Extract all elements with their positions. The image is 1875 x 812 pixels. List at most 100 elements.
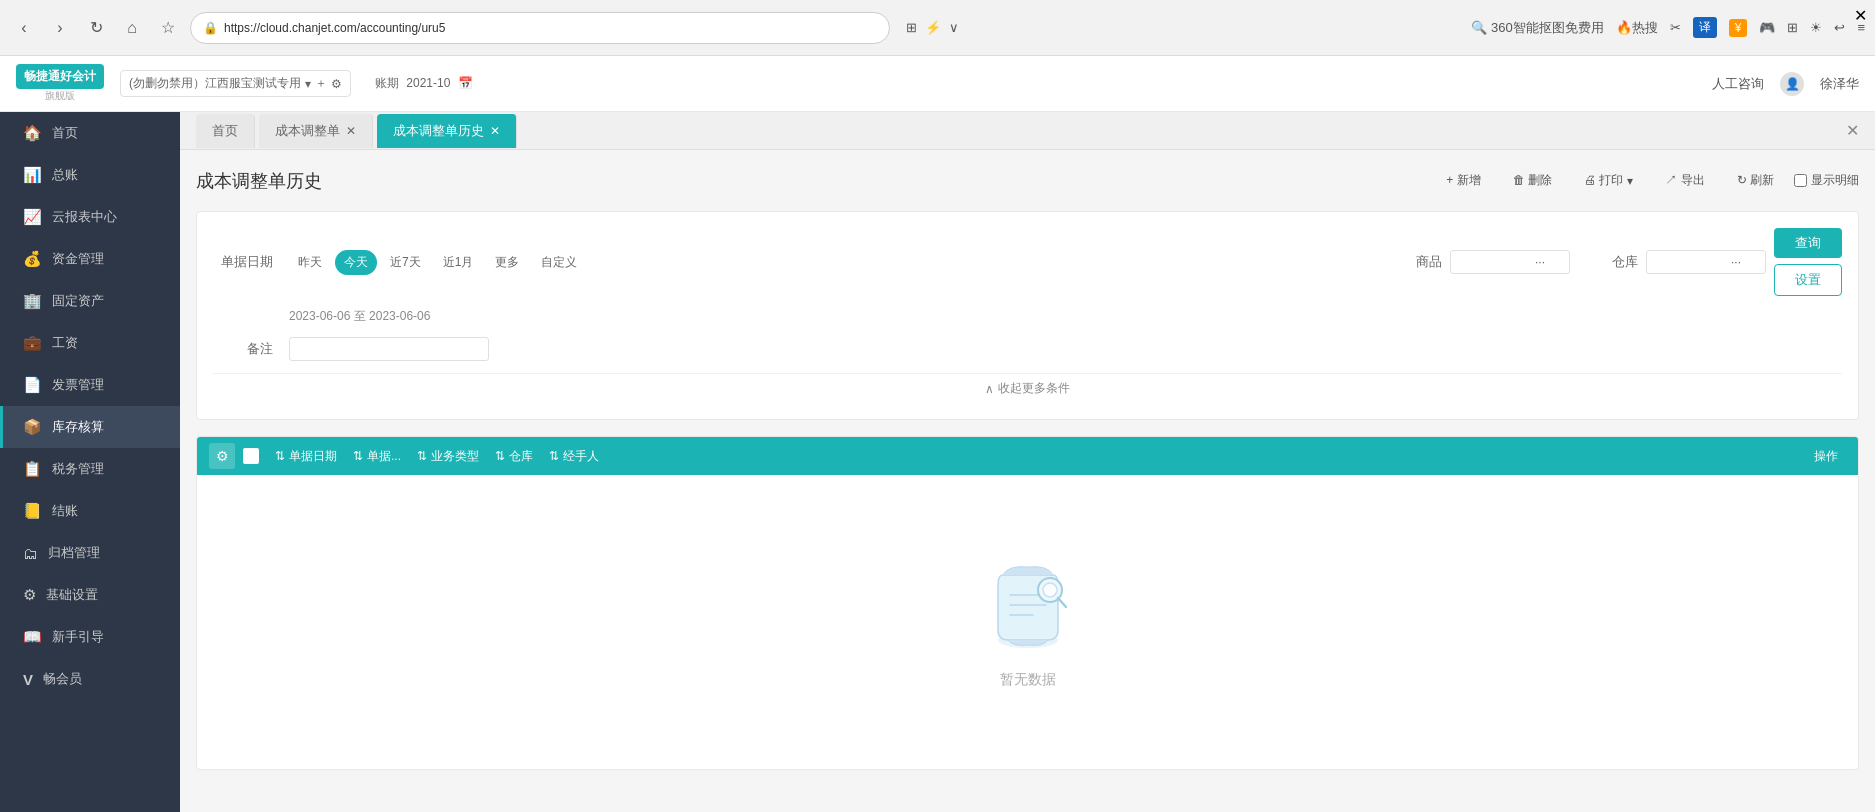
- back-button[interactable]: ‹: [10, 14, 38, 42]
- page-header: 成本调整单历史 + 新增 🗑 删除 🖨 打印 ▾ ↗ 导出: [196, 166, 1859, 195]
- table-select-all-checkbox[interactable]: [243, 448, 259, 464]
- tab-cost-adjust[interactable]: 成本调整单 ✕: [259, 114, 373, 148]
- filter-action-btns: 查询 设置: [1774, 228, 1842, 296]
- table-toolbar: ⚙ ⇅ 单据日期 ⇅ 单据... ⇅ 业务类型: [197, 437, 1858, 475]
- app-top-bar: 畅捷通好会计 旗舰版 (勿删勿禁用）江西服宝测试专用 ▾ ＋ ⚙ 账期 2021…: [0, 56, 1875, 112]
- scissors-icon: ✂: [1670, 20, 1681, 35]
- display-detail-toggle[interactable]: 显示明细: [1794, 172, 1859, 189]
- col-warehouse-label: 仓库: [509, 448, 533, 465]
- data-table: ⚙ ⇅ 单据日期 ⇅ 单据... ⇅ 业务类型: [196, 436, 1859, 770]
- set-btn[interactable]: 设置: [1774, 264, 1842, 296]
- chevron-up-icon: ∧: [985, 382, 994, 396]
- collapse-bar[interactable]: ∧ 收起更多条件: [213, 373, 1842, 403]
- apps-icon: ⊞: [1787, 20, 1798, 35]
- sidebar-item-fixed-assets[interactable]: 🏢 固定资产: [0, 280, 180, 322]
- forward-button[interactable]: ›: [46, 14, 74, 42]
- sidebar-item-archive[interactable]: 🗂 归档管理: [0, 532, 180, 574]
- sidebar-label-vip: 畅会员: [43, 670, 82, 688]
- refresh-btn[interactable]: ↻ 刷新: [1725, 166, 1786, 195]
- sidebar-label-funds: 资金管理: [52, 250, 104, 268]
- sidebar-item-funds[interactable]: 💰 资金管理: [0, 238, 180, 280]
- filter-row-note: 备注: [213, 337, 1842, 361]
- translate-btn[interactable]: 译: [1693, 17, 1717, 38]
- coin-icon: ¥: [1729, 19, 1748, 37]
- sidebar-label-settings: 基础设置: [46, 586, 98, 604]
- sidebar-item-invoices[interactable]: 📄 发票管理: [0, 364, 180, 406]
- display-detail-label: 显示明细: [1811, 172, 1859, 189]
- table-settings-btn[interactable]: ⚙: [209, 443, 235, 469]
- refresh-icon: ↻ 刷新: [1737, 172, 1774, 189]
- archive-icon: 🗂: [23, 545, 38, 562]
- tab-home[interactable]: 首页: [196, 114, 255, 148]
- sidebar-item-inventory[interactable]: 📦 库存核算: [0, 406, 180, 448]
- display-detail-checkbox[interactable]: [1794, 174, 1807, 187]
- date-btn-yesterday[interactable]: 昨天: [289, 250, 331, 275]
- sidebar-item-guide[interactable]: 📖 新手引导: [0, 616, 180, 658]
- consultant-btn[interactable]: 人工咨询: [1712, 75, 1764, 93]
- query-btn[interactable]: 查询: [1774, 228, 1842, 258]
- sidebar-item-closing[interactable]: 📒 结账: [0, 490, 180, 532]
- sidebar-label-reports: 云报表中心: [52, 208, 117, 226]
- date-btn-7days[interactable]: 近7天: [381, 250, 430, 275]
- invoices-icon: 📄: [23, 376, 42, 394]
- goods-filter-label: 商品: [1382, 253, 1442, 271]
- sidebar: 🏠 首页 📊 总账 📈 云报表中心 💰 资金管理 🏢 固定资产 💼 工资 📄 发…: [0, 112, 180, 812]
- home-icon: 🏠: [23, 124, 42, 142]
- top-right-tools: 人工咨询 👤 徐泽华: [1712, 72, 1859, 96]
- tab-cost-adjust-history-close[interactable]: ✕: [490, 124, 500, 138]
- tab-cost-adjust-history-label: 成本调整单历史: [393, 122, 484, 140]
- reports-icon: 📈: [23, 208, 42, 226]
- sidebar-item-settings[interactable]: ⚙ 基础设置: [0, 574, 180, 616]
- date-btn-1month[interactable]: 近1月: [434, 250, 483, 275]
- history-icon: ↩: [1834, 20, 1845, 35]
- sidebar-item-payroll[interactable]: 💼 工资: [0, 322, 180, 364]
- empty-svg: [978, 555, 1078, 655]
- col-doc-num[interactable]: ⇅ 单据...: [345, 448, 409, 465]
- url-bar[interactable]: 🔒 https://cloud.chanjet.com/accounting/u…: [190, 12, 890, 44]
- browser-bolt-icon: ⚡: [925, 20, 941, 35]
- home-button[interactable]: ⌂: [118, 14, 146, 42]
- sidebar-item-home[interactable]: 🏠 首页: [0, 112, 180, 154]
- empty-state: 暂无数据: [197, 475, 1858, 769]
- tab-bar: 首页 成本调整单 ✕ 成本调整单历史 ✕ ✕: [180, 112, 1875, 150]
- sidebar-label-guide: 新手引导: [52, 628, 104, 646]
- export-btn[interactable]: ↗ 导出: [1653, 166, 1716, 195]
- col-biz-type-sort-icon: ⇅: [417, 449, 427, 463]
- col-date[interactable]: ⇅ 单据日期: [267, 448, 345, 465]
- sidebar-item-vip[interactable]: V 畅会员: [0, 658, 180, 700]
- tab-cost-adjust-close[interactable]: ✕: [346, 124, 356, 138]
- sidebar-item-reports[interactable]: 📈 云报表中心: [0, 196, 180, 238]
- warehouse-more-btn[interactable]: ···: [1731, 255, 1741, 269]
- add-btn[interactable]: + 新增: [1434, 166, 1492, 195]
- sidebar-item-ledger[interactable]: 📊 总账: [0, 154, 180, 196]
- svg-point-5: [1043, 583, 1057, 597]
- goods-select[interactable]: ···: [1450, 250, 1570, 274]
- delete-btn[interactable]: 🗑 删除: [1501, 166, 1564, 195]
- col-handler-sort-icon: ⇅: [549, 449, 559, 463]
- col-warehouse[interactable]: ⇅ 仓库: [487, 448, 541, 465]
- col-handler[interactable]: ⇅ 经手人: [541, 448, 607, 465]
- vip-icon: V: [23, 671, 33, 688]
- payroll-icon: 💼: [23, 334, 42, 352]
- browser-close-btn[interactable]: ✕: [1854, 6, 1867, 25]
- delete-icon: 🗑 删除: [1513, 172, 1552, 189]
- browser-grid-icon: ⊞: [906, 20, 917, 35]
- tab-cost-adjust-history[interactable]: 成本调整单历史 ✕: [377, 114, 517, 148]
- period-info: 账期 2021-10 📅: [375, 75, 473, 92]
- refresh-button[interactable]: ↻: [82, 14, 110, 42]
- goods-more-btn[interactable]: ···: [1535, 255, 1545, 269]
- col-biz-type[interactable]: ⇅ 业务类型: [409, 448, 487, 465]
- date-btn-custom[interactable]: 自定义: [532, 250, 586, 275]
- tab-close-all-btn[interactable]: ✕: [1846, 121, 1859, 140]
- star-button[interactable]: ☆: [154, 14, 182, 42]
- warehouse-select[interactable]: ···: [1646, 250, 1766, 274]
- fixed-assets-icon: 🏢: [23, 292, 42, 310]
- date-btn-today[interactable]: 今天: [335, 250, 377, 275]
- gamepad-icon: 🎮: [1759, 20, 1775, 35]
- company-selector[interactable]: (勿删勿禁用）江西服宝测试专用 ▾ ＋ ⚙: [120, 70, 351, 97]
- note-input[interactable]: [289, 337, 489, 361]
- username-label: 徐泽华: [1820, 75, 1859, 93]
- print-btn[interactable]: 🖨 打印 ▾: [1572, 166, 1645, 195]
- date-btn-more[interactable]: 更多: [486, 250, 528, 275]
- sidebar-item-tax[interactable]: 📋 税务管理: [0, 448, 180, 490]
